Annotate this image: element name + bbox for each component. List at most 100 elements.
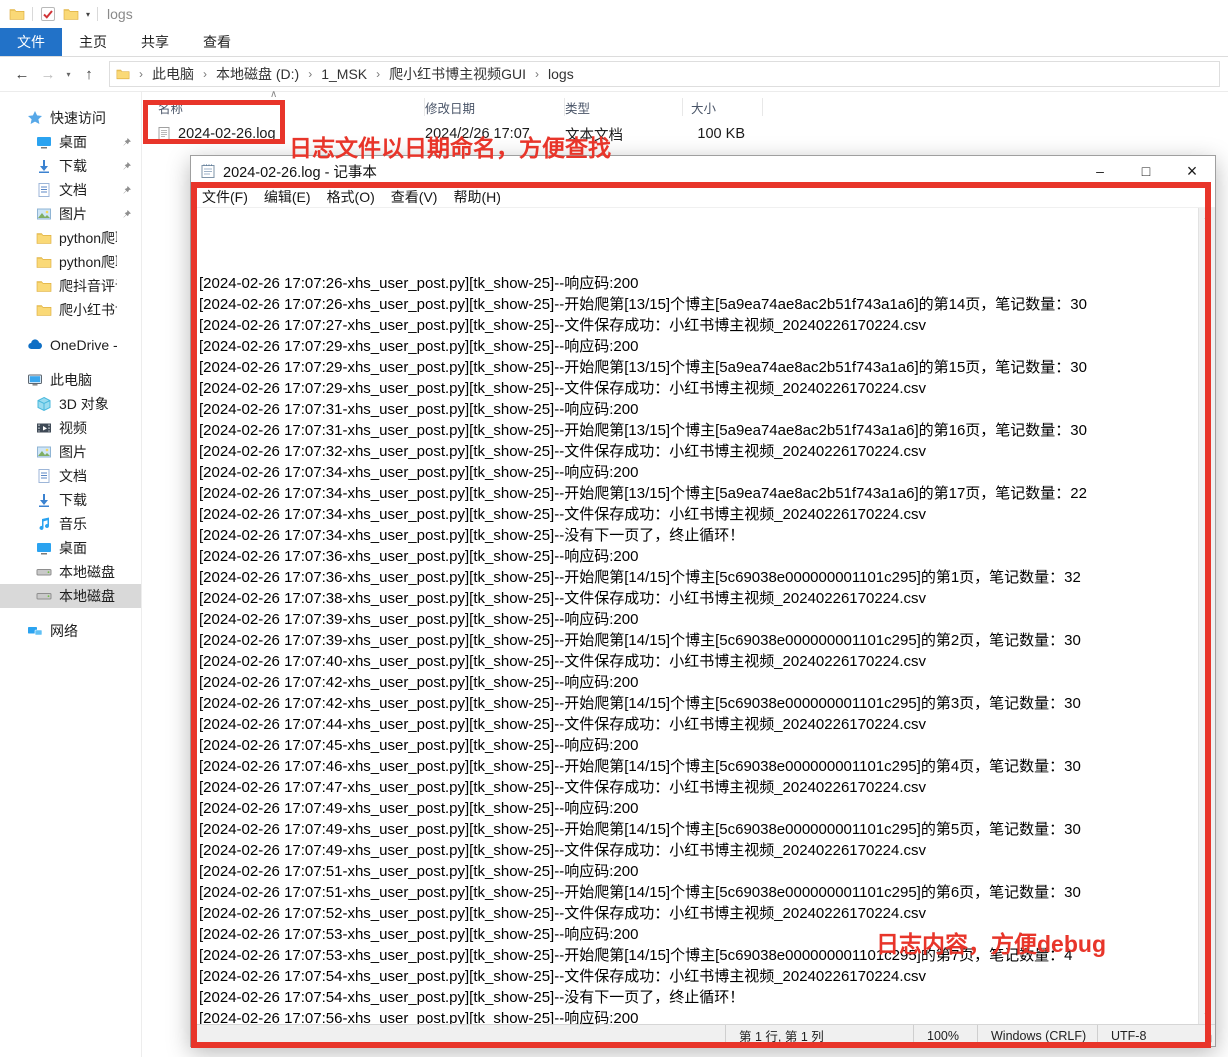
sidebar-item-icon — [27, 623, 43, 639]
sidebar-item[interactable]: 视频 — [0, 416, 141, 440]
sidebar-item[interactable]: 文档 — [0, 178, 141, 202]
log-line: [2024-02-26 17:07:47-xhs_user_post.py][t… — [199, 779, 927, 796]
menu-item[interactable]: 查看(V) — [383, 187, 446, 207]
log-line: [2024-02-26 17:07:49-xhs_user_post.py][t… — [199, 821, 1081, 838]
notepad-window: 2024-02-26.log - 记事本 – □ × 文件(F) 编辑(E) 格式(… — [190, 155, 1216, 1047]
menu-item[interactable]: 格式(O) — [319, 187, 383, 207]
log-line: [2024-02-26 17:07:49-xhs_user_post.py][t… — [199, 800, 639, 817]
sidebar-item[interactable]: 本地磁盘 (C:) — [0, 560, 141, 584]
up-button[interactable]: ↑ — [77, 66, 101, 83]
sidebar-item[interactable]: OneDrive - Pers — [0, 333, 141, 357]
sidebar-item[interactable]: 音乐 — [0, 512, 141, 536]
breadcrumb-item[interactable]: › 爬小红书博主视频GUI — [367, 64, 526, 84]
column-header[interactable]: 修改日期 — [425, 98, 565, 116]
log-line: [2024-02-26 17:07:51-xhs_user_post.py][t… — [199, 884, 1081, 901]
column-header[interactable]: 类型 — [565, 98, 683, 116]
sidebar-item-icon — [36, 302, 52, 318]
log-line: [2024-02-26 17:07:29-xhs_user_post.py][t… — [199, 380, 927, 397]
menu-item[interactable]: 编辑(E) — [256, 187, 319, 207]
log-line: [2024-02-26 17:07:27-xhs_user_post.py][t… — [199, 317, 927, 334]
sidebar-item[interactable]: 3D 对象 — [0, 392, 141, 416]
sidebar-item-icon — [36, 468, 52, 484]
sidebar-item[interactable]: 文档 — [0, 464, 141, 488]
log-line: [2024-02-26 17:07:29-xhs_user_post.py][t… — [199, 338, 639, 355]
column-header[interactable]: 名称 — [142, 98, 425, 116]
back-button[interactable]: ← — [10, 66, 34, 83]
sidebar-item[interactable]: 爬小红书博主视 — [0, 298, 141, 322]
chevron-right-icon: › — [376, 67, 381, 81]
sidebar-item[interactable]: 爬抖音评论GUI — [0, 274, 141, 298]
sidebar-item[interactable]: python爬取小红 — [0, 250, 141, 274]
log-line: [2024-02-26 17:07:26-xhs_user_post.py][t… — [199, 275, 639, 292]
navigation-pane: 快速访问 桌面 下载 文档 图片 python爬 python爬 爬抖音评 爬小… — [0, 92, 142, 1057]
resize-grip[interactable]: ◢ — [1193, 1025, 1215, 1046]
vertical-scrollbar[interactable]: ▲ ▼ — [1198, 208, 1215, 1024]
sidebar-item[interactable]: 网络 — [0, 619, 141, 643]
sidebar-item[interactable]: python爬取小红 — [0, 226, 141, 250]
quick-access-folder-icon[interactable] — [63, 6, 79, 22]
log-line: [2024-02-26 17:07:46-xhs_user_post.py][t… — [199, 758, 1081, 775]
window-controls: – □ × — [1077, 156, 1215, 186]
breadcrumb-item[interactable]: › 本地磁盘 (D:) — [194, 64, 299, 84]
sidebar-item-icon — [36, 492, 52, 508]
sidebar-item[interactable]: 图片 — [0, 440, 141, 464]
log-line: [2024-02-26 17:07:42-xhs_user_post.py][t… — [199, 674, 639, 691]
status-encoding: UTF-8 — [1097, 1025, 1193, 1046]
sidebar-item[interactable]: 下载 — [0, 488, 141, 512]
log-line: [2024-02-26 17:07:56-xhs_user_post.py][t… — [199, 1010, 639, 1024]
log-line: [2024-02-26 17:07:54-xhs_user_post.py][t… — [199, 968, 927, 985]
log-line: [2024-02-26 17:07:36-xhs_user_post.py][t… — [199, 548, 639, 565]
sidebar-item[interactable]: 下载 — [0, 154, 141, 178]
column-header[interactable]: 大小 — [683, 98, 763, 116]
notepad-body: [2024-02-26 17:07:26-xhs_user_post.py][t… — [191, 208, 1215, 1024]
log-line: [2024-02-26 17:07:31-xhs_user_post.py][t… — [199, 401, 639, 418]
separator — [97, 7, 99, 21]
breadcrumb-item[interactable]: › 1_MSK — [299, 66, 367, 82]
sidebar-item-icon — [36, 182, 52, 198]
log-line: [2024-02-26 17:07:26-xhs_user_post.py][t… — [199, 296, 1087, 313]
log-line: [2024-02-26 17:07:32-xhs_user_post.py][t… — [199, 443, 927, 460]
scroll-down-icon[interactable]: ▼ — [1199, 1011, 1215, 1020]
forward-button[interactable]: → — [36, 66, 60, 83]
log-line: [2024-02-26 17:07:42-xhs_user_post.py][t… — [199, 695, 1081, 712]
folder-icon — [9, 6, 25, 22]
notepad-menubar: 文件(F) 编辑(E) 格式(O) 查看(V) 帮助(H) — [191, 186, 1215, 208]
pin-icon — [121, 137, 132, 148]
address-breadcrumb[interactable]: › 此电脑 › 本地磁盘 (D:) › 1_MSK › 爬小红书博主视频GUI › logs — [109, 61, 1220, 87]
close-button[interactable]: × — [1169, 156, 1215, 186]
log-text-area[interactable]: [2024-02-26 17:07:26-xhs_user_post.py][t… — [191, 208, 1198, 1024]
menu-item[interactable]: 帮助(H) — [445, 187, 508, 207]
notepad-statusbar: 第 1 行, 第 1 列 100% Windows (CRLF) UTF-8 ◢ — [191, 1024, 1215, 1046]
quick-access-check-icon[interactable] — [40, 6, 56, 22]
ribbon-tab[interactable]: 查看 — [186, 28, 248, 56]
log-line: [2024-02-26 17:07:34-xhs_user_post.py][t… — [199, 527, 745, 544]
minimize-button[interactable]: – — [1077, 156, 1123, 186]
sidebar-item[interactable]: 桌面 — [0, 130, 141, 154]
breadcrumb-item[interactable]: › 此电脑 — [130, 64, 194, 84]
chevron-right-icon: › — [535, 67, 540, 81]
sidebar-item-icon — [36, 588, 52, 604]
log-line: [2024-02-26 17:07:38-xhs_user_post.py][t… — [199, 590, 927, 607]
ribbon-tab[interactable]: 主页 — [62, 28, 124, 56]
ribbon-tab[interactable]: 共享 — [124, 28, 186, 56]
sidebar-item-icon — [36, 254, 52, 270]
history-dropdown-icon[interactable]: ▾ — [62, 70, 75, 79]
sidebar-item[interactable]: 桌面 — [0, 536, 141, 560]
scroll-up-icon[interactable]: ▲ — [1199, 212, 1215, 221]
sidebar-item[interactable]: 本地磁盘 (D:) — [0, 584, 141, 608]
sidebar-item-icon — [36, 230, 52, 246]
log-line: [2024-02-26 17:07:52-xhs_user_post.py][t… — [199, 905, 927, 922]
sidebar-item[interactable]: 此电脑 — [0, 368, 141, 392]
maximize-button[interactable]: □ — [1123, 156, 1169, 186]
file-row[interactable]: 2024-02-26.log 2024/2/26 17:07 文本文档 100 … — [142, 121, 1228, 147]
notepad-titlebar[interactable]: 2024-02-26.log - 记事本 – □ × — [191, 156, 1215, 186]
sidebar-item[interactable]: 快速访问 — [0, 106, 141, 130]
qat-dropdown-icon[interactable]: ▾ — [86, 10, 90, 19]
menu-item[interactable]: 文件(F) — [194, 187, 256, 207]
pin-icon — [121, 209, 132, 220]
breadcrumb-item[interactable]: › logs — [526, 66, 574, 82]
file-name: 2024-02-26.log — [178, 126, 276, 142]
folder-icon — [116, 67, 130, 81]
sidebar-item[interactable]: 图片 — [0, 202, 141, 226]
ribbon-tab[interactable]: 文件 — [0, 28, 62, 56]
